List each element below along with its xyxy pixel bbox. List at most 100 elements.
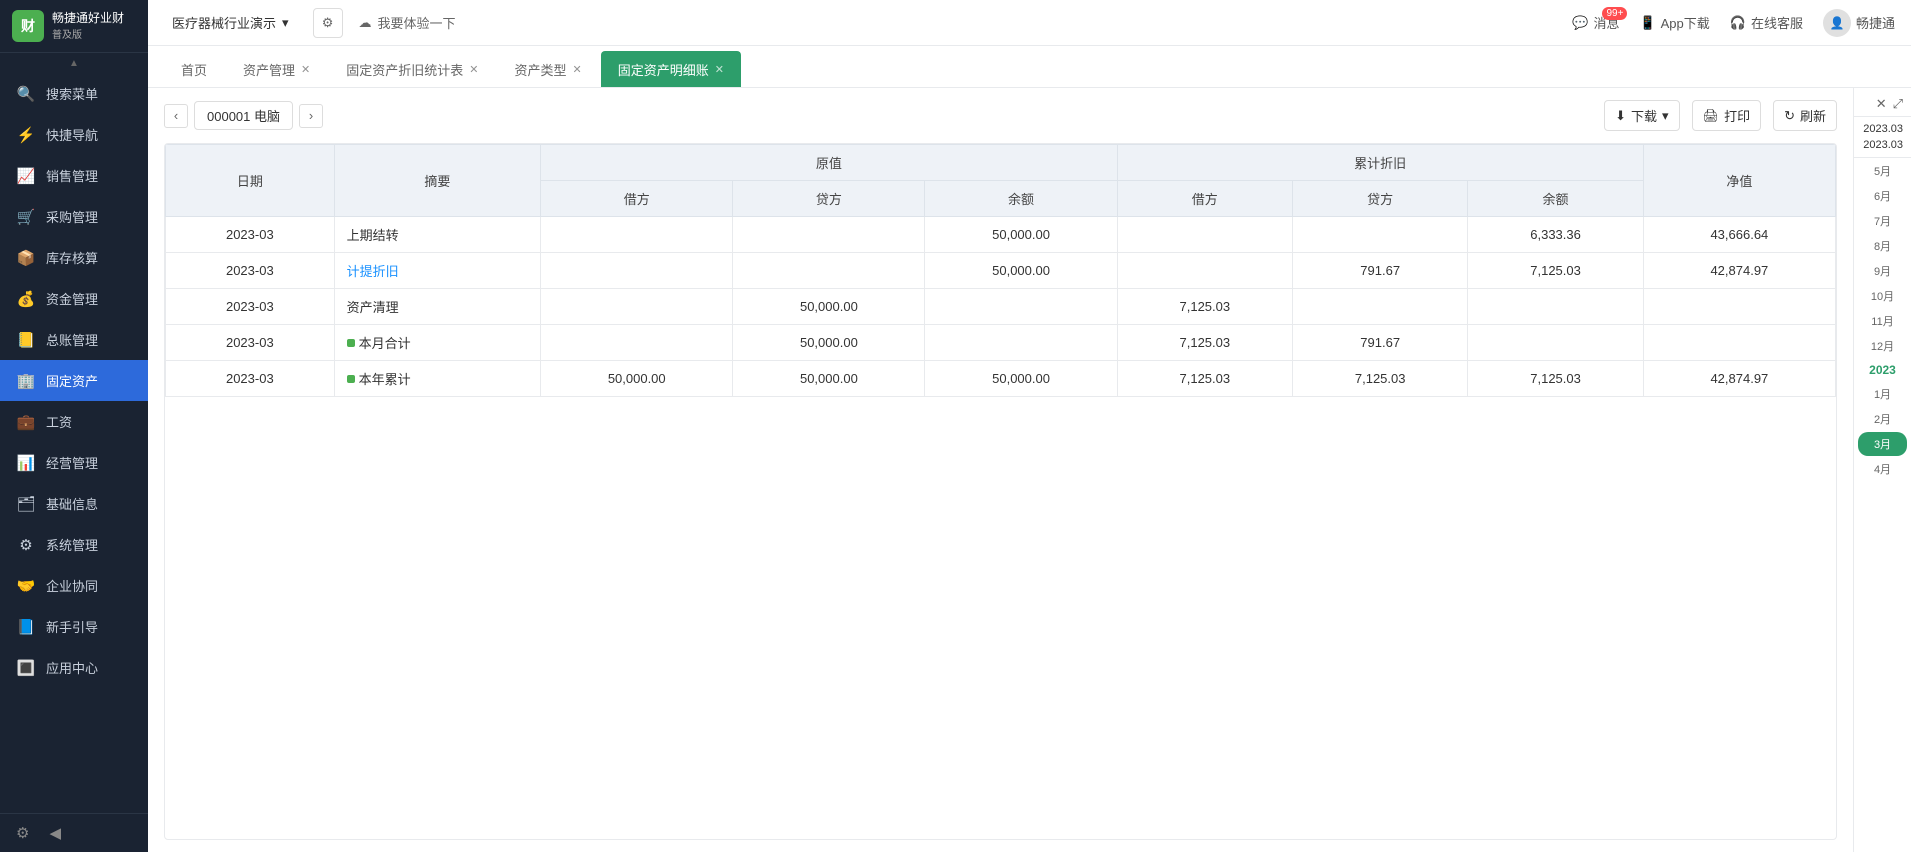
tab-asset-management[interactable]: 资产管理 ✕ bbox=[226, 51, 327, 87]
sidebar-item-label-operation: 经营管理 bbox=[46, 453, 98, 472]
sidebar-item-operation[interactable]: 📊 经营管理 bbox=[0, 442, 148, 483]
asset-detail-table: 日期 摘要 原值 累计折旧 净值 借方 贷方 余额 借方 贷方 余额 bbox=[164, 143, 1837, 840]
cell-orig-debit bbox=[541, 289, 733, 325]
sidebar-item-funds[interactable]: 💰 资金管理 bbox=[0, 278, 148, 319]
tab-close-asset-type[interactable]: ✕ bbox=[573, 63, 582, 76]
timeline-item-3月[interactable]: 3月 bbox=[1858, 432, 1907, 456]
headset-icon: 🎧 bbox=[1730, 15, 1746, 31]
tab-close-asset-detail[interactable]: ✕ bbox=[715, 63, 724, 76]
messages-button[interactable]: 💬 消息 99+ bbox=[1572, 13, 1619, 32]
message-badge: 99+ bbox=[1602, 7, 1627, 20]
customer-service-button[interactable]: 🎧 在线客服 bbox=[1730, 13, 1803, 32]
sidebar-item-fixed-assets[interactable]: 🏢 固定资产 bbox=[0, 360, 148, 401]
sidebar: 财 畅捷通好业财 普及版 ▲ 🔍 搜索菜单 ⚡ 快捷导航 📈 销售管理 🛒 采购… bbox=[0, 0, 148, 852]
tab-label-asset-management: 资产管理 bbox=[243, 60, 295, 79]
cell-summary: 上期结转 bbox=[334, 217, 540, 253]
cell-acc-debit: 7,125.03 bbox=[1117, 361, 1292, 397]
cell-orig-balance: 50,000.00 bbox=[925, 253, 1117, 289]
search-icon: 🔍 bbox=[16, 85, 36, 103]
cell-orig-balance: 50,000.00 bbox=[925, 217, 1117, 253]
timeline-item-10月[interactable]: 10月 bbox=[1858, 284, 1907, 308]
settings-icon[interactable]: ⚙ bbox=[16, 824, 29, 842]
expand-panel-button[interactable]: ⤢ bbox=[1893, 96, 1903, 112]
sidebar-item-quick-nav[interactable]: ⚡ 快捷导航 bbox=[0, 114, 148, 155]
print-button[interactable]: 🖨 打印 bbox=[1692, 100, 1762, 131]
col-net-value: 净值 bbox=[1643, 145, 1835, 217]
col-acc-debit: 借方 bbox=[1117, 181, 1292, 217]
tab-close-depreciation-stats[interactable]: ✕ bbox=[469, 63, 478, 76]
operation-icon: 📊 bbox=[16, 454, 36, 472]
close-panel-button[interactable]: ✕ bbox=[1876, 96, 1887, 112]
timeline-item-7月[interactable]: 7月 bbox=[1858, 209, 1907, 233]
sidebar-item-search[interactable]: 🔍 搜索菜单 bbox=[0, 73, 148, 114]
company-name: 医疗器械行业演示 bbox=[172, 13, 276, 32]
sidebar-item-label-purchase: 采购管理 bbox=[46, 207, 98, 226]
tab-asset-detail[interactable]: 固定资产明细账 ✕ bbox=[601, 51, 741, 87]
download-button[interactable]: ⬇ 下载 ▾ bbox=[1604, 100, 1679, 131]
timeline-item-6月[interactable]: 6月 bbox=[1858, 184, 1907, 208]
timeline-item-2023[interactable]: 2023 bbox=[1858, 359, 1907, 381]
col-original-balance: 余额 bbox=[925, 181, 1117, 217]
sidebar-item-inventory[interactable]: 📦 库存核算 bbox=[0, 237, 148, 278]
sidebar-item-cooperation[interactable]: 🤝 企业协同 bbox=[0, 565, 148, 606]
logo-icon: 财 bbox=[12, 10, 44, 42]
sidebar-scroll-up[interactable]: ▲ bbox=[0, 53, 148, 73]
cell-net-value: 43,666.64 bbox=[1643, 217, 1835, 253]
sidebar-item-guide[interactable]: 📘 新手引导 bbox=[0, 606, 148, 647]
tab-close-asset-management[interactable]: ✕ bbox=[301, 63, 310, 76]
sidebar-item-label-sales: 销售管理 bbox=[46, 166, 98, 185]
timeline-item-1月[interactable]: 1月 bbox=[1858, 382, 1907, 406]
cell-acc-balance: 7,125.03 bbox=[1468, 361, 1643, 397]
tab-home[interactable]: 首页 bbox=[164, 51, 224, 87]
cell-orig-credit: 50,000.00 bbox=[733, 325, 925, 361]
sidebar-item-label-guide: 新手引导 bbox=[46, 617, 98, 636]
timeline-items: 5月6月7月8月9月10月11月12月20231月2月3月4月 bbox=[1854, 158, 1911, 482]
sidebar-item-basic-info[interactable]: 🗂 基础信息 bbox=[0, 483, 148, 524]
sidebar-item-app-center[interactable]: 🔳 应用中心 bbox=[0, 647, 148, 688]
timeline-item-9月[interactable]: 9月 bbox=[1858, 259, 1907, 283]
timeline-item-12月[interactable]: 12月 bbox=[1858, 334, 1907, 358]
sidebar-item-label-cooperation: 企业协同 bbox=[46, 576, 98, 595]
cell-acc-debit bbox=[1117, 253, 1292, 289]
company-settings-button[interactable]: ⚙ bbox=[313, 8, 343, 38]
collapse-icon[interactable]: ◀ bbox=[49, 824, 61, 842]
cell-acc-balance: 6,333.36 bbox=[1468, 217, 1643, 253]
tab-label-asset-detail: 固定资产明细账 bbox=[618, 60, 709, 79]
user-profile[interactable]: 👤 畅捷通 bbox=[1823, 9, 1895, 37]
sidebar-item-label-system: 系统管理 bbox=[46, 535, 98, 554]
company-selector[interactable]: 医疗器械行业演示 ▾ bbox=[164, 9, 297, 36]
cloud-icon: ☁ bbox=[359, 15, 372, 31]
print-label: 打印 bbox=[1724, 106, 1750, 125]
timeline-item-2月[interactable]: 2月 bbox=[1858, 407, 1907, 431]
prev-asset-button[interactable]: ‹ bbox=[164, 104, 188, 128]
cell-acc-debit bbox=[1117, 217, 1292, 253]
app-download-button[interactable]: 📱 App下载 bbox=[1639, 13, 1709, 32]
timeline-top-rows: 2023.03 2023.03 bbox=[1854, 117, 1911, 158]
cooperation-icon: 🤝 bbox=[16, 577, 36, 595]
tab-label-depreciation-stats: 固定资产折旧统计表 bbox=[346, 60, 463, 79]
timeline-item-4月[interactable]: 4月 bbox=[1858, 457, 1907, 481]
sidebar-item-purchase[interactable]: 🛒 采购管理 bbox=[0, 196, 148, 237]
cell-orig-debit: 50,000.00 bbox=[541, 361, 733, 397]
tab-asset-type[interactable]: 资产类型✕ bbox=[497, 51, 598, 87]
timeline-top-row-2: 2023.03 bbox=[1858, 137, 1907, 153]
timeline-item-5月[interactable]: 5月 bbox=[1858, 159, 1907, 183]
sidebar-item-ledger[interactable]: 📒 总账管理 bbox=[0, 319, 148, 360]
timeline-item-8月[interactable]: 8月 bbox=[1858, 234, 1907, 258]
tab-depreciation-stats[interactable]: 固定资产折旧统计表 ✕ bbox=[329, 51, 495, 87]
asset-nav-left: ‹ 000001 电脑 › bbox=[164, 101, 323, 130]
sidebar-item-sales[interactable]: 📈 销售管理 bbox=[0, 155, 148, 196]
refresh-button[interactable]: ↻ 刷新 bbox=[1773, 100, 1837, 131]
cell-acc-credit: 7,125.03 bbox=[1293, 361, 1468, 397]
sidebar-item-system[interactable]: ⚙ 系统管理 bbox=[0, 524, 148, 565]
cell-acc-credit: 791.67 bbox=[1293, 325, 1468, 361]
sidebar-item-payroll[interactable]: 💼 工资 bbox=[0, 401, 148, 442]
guide-icon: 📘 bbox=[16, 618, 36, 636]
timeline-item-11月[interactable]: 11月 bbox=[1858, 309, 1907, 333]
next-asset-button[interactable]: › bbox=[299, 104, 323, 128]
cell-date: 2023-03 bbox=[166, 289, 335, 325]
sidebar-item-label-search: 搜索菜单 bbox=[46, 84, 98, 103]
experience-button[interactable]: ☁ 我要体验一下 bbox=[359, 13, 456, 32]
col-acc-balance: 余额 bbox=[1468, 181, 1643, 217]
cell-orig-balance bbox=[925, 289, 1117, 325]
